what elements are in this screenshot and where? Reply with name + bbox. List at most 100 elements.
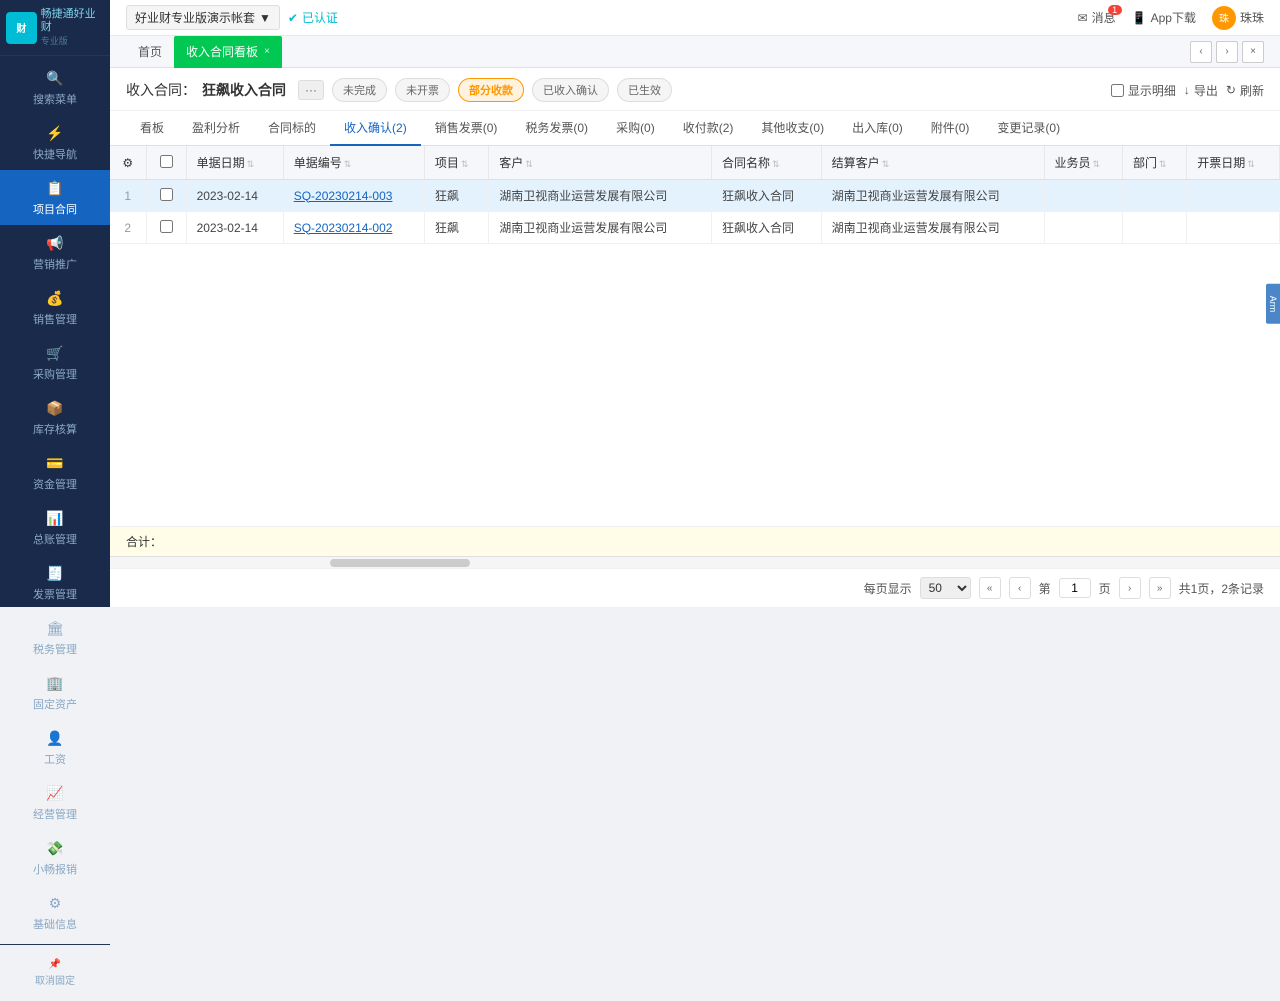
row-number-link-1[interactable]: SQ-20230214-002 bbox=[294, 221, 393, 235]
tabbar: 首页 收入合同看板 × ‹ › × bbox=[110, 36, 1280, 68]
header-actions: ··· 未完成 未开票 部分收款 已收入确认 已生效 bbox=[298, 78, 672, 102]
app-download-button[interactable]: 📱 App下载 bbox=[1132, 9, 1196, 26]
show-detail-button[interactable]: 显示明细 bbox=[1111, 82, 1176, 99]
sidebar-label-9: 发票管理 bbox=[33, 586, 77, 602]
logo-sub: 专业版 bbox=[41, 34, 104, 47]
status-partial-button[interactable]: 部分收款 bbox=[458, 78, 524, 102]
tab-3[interactable]: 收入确认(2) bbox=[330, 111, 421, 146]
status-incomplete-button[interactable]: 未完成 bbox=[332, 78, 387, 102]
sidebar-label-8: 总账管理 bbox=[33, 531, 77, 547]
page-size-select[interactable]: 50 100 200 bbox=[920, 577, 971, 599]
tab-7[interactable]: 收付款(2) bbox=[669, 111, 748, 146]
sidebar-item-6[interactable]: 📦库存核算 bbox=[0, 390, 110, 445]
tab-close-all-button[interactable]: × bbox=[1242, 41, 1264, 63]
sidebar-item-9[interactable]: 🧾发票管理 bbox=[0, 555, 110, 610]
sidebar-label-2: 项目合同 bbox=[33, 201, 77, 217]
sidebar-icon-7: 💳 bbox=[45, 453, 65, 473]
tab-close-button[interactable]: × bbox=[264, 46, 270, 57]
sidebar-item-12[interactable]: 👤工资 bbox=[0, 720, 110, 775]
topbar-right: ✉ 消息 1 📱 App下载 珠 珠珠 bbox=[1078, 6, 1264, 30]
tab-prev-button[interactable]: ‹ bbox=[1190, 41, 1212, 63]
avatar-image: 珠 bbox=[1212, 6, 1236, 30]
tab-11[interactable]: 变更记录(0) bbox=[983, 111, 1074, 146]
tab-0[interactable]: 看板 bbox=[126, 111, 178, 146]
arm-label[interactable]: Arm bbox=[1266, 283, 1280, 324]
export-icon: ↓ bbox=[1184, 83, 1190, 97]
sidebar-nav: 🔍搜索菜单⚡快捷导航📋项目合同📢营销推广💰销售管理🛒采购管理📦库存核算💳资金管理… bbox=[0, 56, 110, 944]
select-all-checkbox[interactable] bbox=[160, 155, 173, 168]
sidebar-item-11[interactable]: 🏢固定资产 bbox=[0, 665, 110, 720]
message-icon: ✉ bbox=[1078, 11, 1088, 25]
tab-1[interactable]: 盈利分析 bbox=[178, 111, 254, 146]
sidebar-item-5[interactable]: 🛒采购管理 bbox=[0, 335, 110, 390]
status-confirmed-button[interactable]: 已收入确认 bbox=[532, 78, 609, 102]
sidebar-label-10: 税务管理 bbox=[33, 641, 77, 657]
row-customer-0: 湖南卫视商业运营发展有限公司 bbox=[489, 180, 712, 212]
tab-9[interactable]: 出入库(0) bbox=[838, 111, 917, 146]
sidebar-item-13[interactable]: 📈经营管理 bbox=[0, 775, 110, 830]
refresh-icon: ↻ bbox=[1226, 83, 1236, 97]
company-selector[interactable]: 好业财专业版演示帐套 ▼ bbox=[126, 5, 280, 30]
tab-4[interactable]: 销售发票(0) bbox=[421, 111, 512, 146]
home-tab[interactable]: 首页 bbox=[126, 36, 174, 68]
more-button[interactable]: ··· bbox=[298, 80, 324, 100]
sidebar-label-11: 固定资产 bbox=[33, 696, 77, 712]
table-row[interactable]: 2 2023-02-14 SQ-20230214-002 狂飙 湖南卫视商业运营… bbox=[110, 212, 1280, 244]
show-detail-label: 显示明细 bbox=[1128, 82, 1176, 99]
th-date: 单据日期⇅ bbox=[186, 146, 283, 180]
th-number: 单据编号⇅ bbox=[283, 146, 424, 180]
tab-5[interactable]: 税务发票(0) bbox=[511, 111, 602, 146]
sidebar-item-7[interactable]: 💳资金管理 bbox=[0, 445, 110, 500]
scrollbar-thumb[interactable] bbox=[330, 559, 470, 567]
sidebar-item-3[interactable]: 📢营销推广 bbox=[0, 225, 110, 280]
sidebar-item-14[interactable]: 💸小畅报销 bbox=[0, 830, 110, 885]
page-number-input[interactable] bbox=[1059, 578, 1091, 598]
row-num-1: 2 bbox=[110, 212, 146, 244]
show-detail-checkbox[interactable] bbox=[1111, 84, 1124, 97]
sidebar-item-8[interactable]: 📊 总账管理 bbox=[0, 500, 110, 555]
sidebar-item-4[interactable]: 💰销售管理 bbox=[0, 280, 110, 335]
horizontal-scrollbar[interactable] bbox=[110, 556, 1280, 568]
th-checkbox bbox=[146, 146, 186, 180]
last-page-button[interactable]: » bbox=[1149, 577, 1171, 599]
next-page-button[interactable]: › bbox=[1119, 577, 1141, 599]
sidebar-item-15[interactable]: ⚙基础信息 bbox=[0, 885, 110, 940]
sidebar-label-3: 营销推广 bbox=[33, 256, 77, 272]
unpin-button[interactable]: 📌 取消固定 bbox=[8, 953, 102, 993]
message-button[interactable]: ✉ 消息 1 bbox=[1078, 9, 1116, 26]
first-page-button[interactable]: « bbox=[979, 577, 1001, 599]
pin-icon: 📌 bbox=[49, 959, 61, 970]
sidebar-bottom: 📌 取消固定 bbox=[0, 944, 110, 1001]
refresh-button[interactable]: ↻ 刷新 bbox=[1226, 82, 1264, 99]
status-effective-button[interactable]: 已生效 bbox=[617, 78, 672, 102]
row-checkbox-1[interactable] bbox=[160, 220, 173, 233]
status-uninvoiced-button[interactable]: 未开票 bbox=[395, 78, 450, 102]
th-config: ⚙ bbox=[110, 146, 146, 180]
prev-page-button[interactable]: ‹ bbox=[1009, 577, 1031, 599]
footer-total-label: 合计： bbox=[126, 535, 162, 549]
tab-8[interactable]: 其他收支(0) bbox=[747, 111, 838, 146]
right-panel-toggle[interactable]: Arm bbox=[1266, 283, 1280, 324]
sidebar-item-10[interactable]: 🏛税务管理 bbox=[0, 610, 110, 665]
sidebar-item-0[interactable]: 🔍搜索菜单 bbox=[0, 60, 110, 115]
export-button[interactable]: ↓ 导出 bbox=[1184, 82, 1218, 99]
sidebar-label-13: 经营管理 bbox=[33, 806, 77, 822]
row-checkbox-0[interactable] bbox=[160, 188, 173, 201]
sidebar-item-2[interactable]: 📋项目合同 bbox=[0, 170, 110, 225]
sort-contract-icon: ⇅ bbox=[772, 159, 780, 169]
tab-next-button[interactable]: › bbox=[1216, 41, 1238, 63]
tab-2[interactable]: 合同标的 bbox=[254, 111, 330, 146]
row-checkbox-cell-1 bbox=[146, 212, 186, 244]
sidebar-item-1[interactable]: ⚡快捷导航 bbox=[0, 115, 110, 170]
header-right: 显示明细 ↓ 导出 ↻ 刷新 bbox=[1111, 82, 1264, 99]
sidebar-icon-8: 📊 bbox=[45, 508, 65, 528]
table-row[interactable]: 1 2023-02-14 SQ-20230214-003 狂飙 湖南卫视商业运营… bbox=[110, 180, 1280, 212]
tab-controls: ‹ › × bbox=[1190, 41, 1264, 63]
sort-date-icon: ⇅ bbox=[247, 159, 255, 169]
row-number-link-0[interactable]: SQ-20230214-003 bbox=[294, 189, 393, 203]
user-avatar[interactable]: 珠 珠珠 bbox=[1212, 6, 1264, 30]
tab-10[interactable]: 附件(0) bbox=[917, 111, 984, 146]
selector-chevron-icon: ▼ bbox=[259, 11, 271, 25]
active-tab[interactable]: 收入合同看板 × bbox=[174, 36, 282, 68]
tab-6[interactable]: 采购(0) bbox=[602, 111, 669, 146]
